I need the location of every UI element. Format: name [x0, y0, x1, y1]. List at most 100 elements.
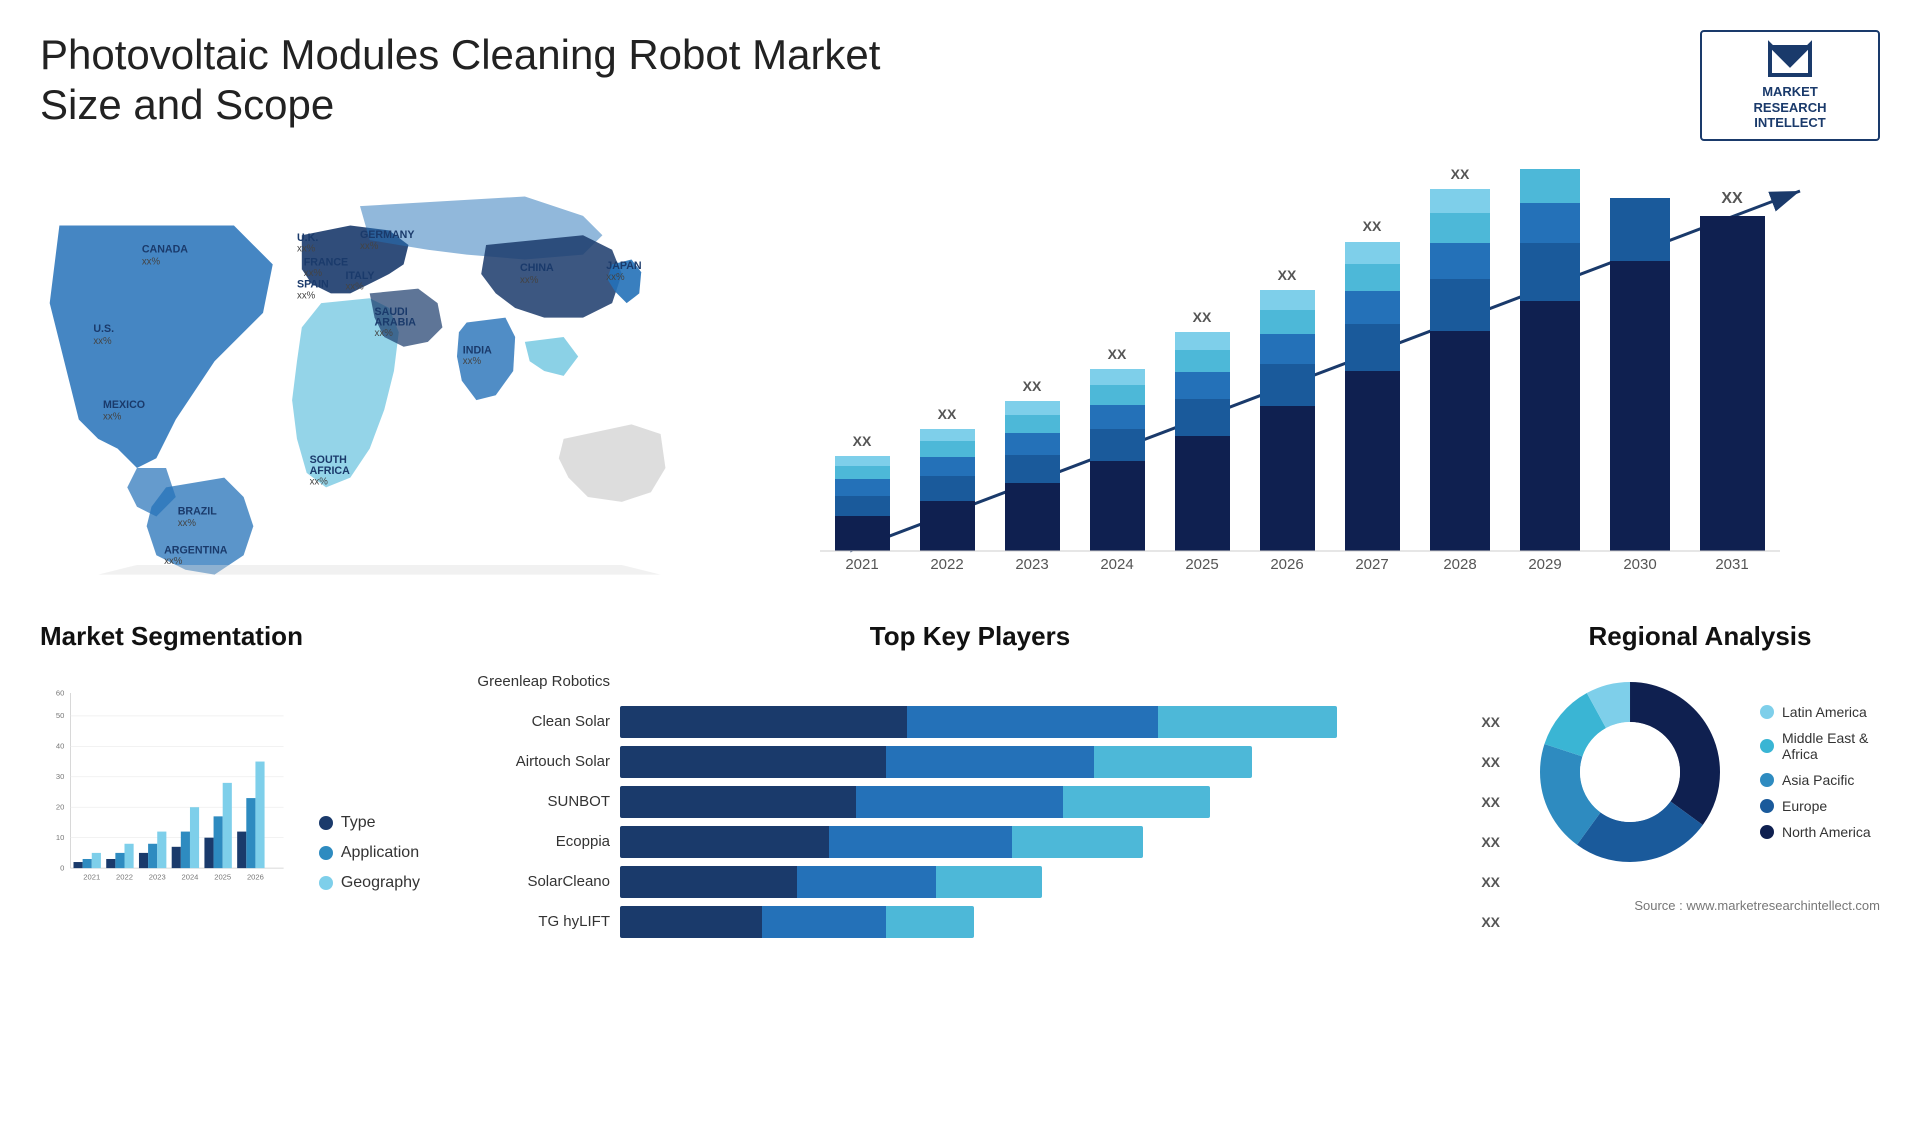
- regional-title: Regional Analysis: [1520, 621, 1880, 652]
- reg-label-europe: Europe: [1782, 798, 1827, 814]
- svg-text:2026: 2026: [247, 872, 264, 881]
- bar-chart-section: XX XX XX: [730, 161, 1880, 581]
- player-value: XX: [1481, 714, 1500, 730]
- player-bar-container: [620, 786, 1463, 818]
- svg-text:xx%: xx%: [297, 290, 316, 301]
- svg-text:CANADA: CANADA: [142, 243, 188, 255]
- player-bar-container: [620, 866, 1463, 898]
- svg-text:U.K.: U.K.: [297, 232, 318, 244]
- reg-dot-latin: [1760, 705, 1774, 719]
- svg-text:2023: 2023: [1015, 556, 1048, 573]
- svg-text:XX: XX: [938, 406, 957, 422]
- svg-text:XX: XX: [1278, 267, 1297, 283]
- svg-text:CHINA: CHINA: [520, 262, 554, 274]
- svg-text:40: 40: [56, 741, 64, 750]
- left-panel: CANADA xx% U.S. xx% MEXICO xx% BRAZIL xx…: [40, 161, 700, 611]
- svg-text:xx%: xx%: [164, 556, 183, 567]
- legend-dot-application: [319, 846, 333, 860]
- legend-item-geography: Geography: [319, 874, 420, 892]
- svg-text:BRAZIL: BRAZIL: [178, 505, 218, 517]
- svg-text:xx%: xx%: [345, 281, 364, 292]
- right-panel: XX XX XX: [700, 161, 1880, 611]
- regional-legend: Latin America Middle East & Africa Asia …: [1760, 704, 1880, 840]
- svg-text:50: 50: [56, 711, 64, 720]
- player-name: SUNBOT: [440, 793, 610, 810]
- svg-text:xx%: xx%: [520, 275, 539, 286]
- player-value: XX: [1481, 834, 1500, 850]
- logo: MARKET RESEARCH INTELLECT: [1700, 30, 1880, 141]
- svg-text:0: 0: [60, 863, 64, 872]
- legend-label-type: Type: [341, 814, 376, 832]
- page-title: Photovoltaic Modules Cleaning Robot Mark…: [40, 30, 940, 131]
- player-value: XX: [1481, 794, 1500, 810]
- svg-text:30: 30: [56, 772, 64, 781]
- player-row: Airtouch Solar XX: [440, 746, 1500, 778]
- svg-text:xx%: xx%: [103, 411, 122, 422]
- player-name: SolarCleano: [440, 873, 610, 890]
- svg-text:MEXICO: MEXICO: [103, 399, 145, 411]
- svg-text:FRANCE: FRANCE: [304, 256, 348, 268]
- player-value: XX: [1481, 914, 1500, 930]
- player-bar-container: [620, 666, 1500, 698]
- player-bar-container: [620, 746, 1463, 778]
- player-row: Greenleap Robotics: [440, 666, 1500, 698]
- svg-text:XX: XX: [1451, 166, 1470, 182]
- seg-bars: 0 10 20 30 40 50 60: [40, 662, 299, 922]
- svg-text:xx%: xx%: [297, 244, 316, 255]
- donut-svg: [1520, 662, 1740, 882]
- svg-text:2025: 2025: [1185, 556, 1218, 573]
- reg-dot-europe: [1760, 799, 1774, 813]
- reg-dot-na: [1760, 825, 1774, 839]
- legend-label-geography: Geography: [341, 874, 420, 892]
- svg-text:XX: XX: [853, 433, 872, 449]
- reg-legend-europe: Europe: [1760, 798, 1880, 814]
- reg-label-na: North America: [1782, 824, 1871, 840]
- bottom-row: Market Segmentation 0 10 20 30 40 50: [40, 621, 1880, 946]
- regional-section: Regional Analysis: [1520, 621, 1880, 946]
- svg-text:10: 10: [56, 833, 64, 842]
- source-text: Source : www.marketresearchintellect.com: [1520, 898, 1880, 913]
- svg-text:2029: 2029: [1528, 556, 1561, 573]
- player-name: Clean Solar: [440, 713, 610, 730]
- player-name: Airtouch Solar: [440, 753, 610, 770]
- players-section: Top Key Players Greenleap Robotics Clean…: [440, 621, 1500, 946]
- legend-label-application: Application: [341, 844, 419, 862]
- svg-text:2028: 2028: [1443, 556, 1476, 573]
- player-row: SUNBOT XX: [440, 786, 1500, 818]
- player-name: TG hyLIFT: [440, 913, 610, 930]
- legend-item-type: Type: [319, 814, 420, 832]
- reg-legend-mea: Middle East & Africa: [1760, 730, 1880, 762]
- reg-label-latin: Latin America: [1782, 704, 1867, 720]
- segmentation-title: Market Segmentation: [40, 621, 420, 652]
- svg-text:ITALY: ITALY: [345, 270, 374, 282]
- page: Photovoltaic Modules Cleaning Robot Mark…: [0, 0, 1920, 1146]
- world-map: CANADA xx% U.S. xx% MEXICO xx% BRAZIL xx…: [40, 161, 680, 581]
- players-title: Top Key Players: [440, 621, 1500, 652]
- player-bar-container: [620, 826, 1463, 858]
- legend-item-application: Application: [319, 844, 420, 862]
- seg-legend: Type Application Geography: [319, 814, 420, 922]
- regional-content: Latin America Middle East & Africa Asia …: [1520, 662, 1880, 882]
- logo-icon: [1765, 40, 1815, 80]
- reg-label-apac: Asia Pacific: [1782, 772, 1854, 788]
- svg-text:xx%: xx%: [463, 356, 482, 367]
- seg-chart-area: 0 10 20 30 40 50 60: [40, 662, 420, 922]
- svg-text:INDIA: INDIA: [463, 344, 492, 356]
- reg-legend-latin: Latin America: [1760, 704, 1880, 720]
- svg-text:xx%: xx%: [360, 241, 379, 252]
- svg-text:AFRICA: AFRICA: [310, 465, 351, 477]
- svg-text:xx%: xx%: [304, 268, 323, 279]
- svg-text:XX: XX: [1721, 190, 1743, 207]
- svg-text:ARGENTINA: ARGENTINA: [164, 544, 228, 556]
- header: Photovoltaic Modules Cleaning Robot Mark…: [40, 30, 1880, 141]
- svg-text:2030: 2030: [1623, 556, 1656, 573]
- svg-text:xx%: xx%: [93, 336, 112, 347]
- svg-text:GERMANY: GERMANY: [360, 229, 414, 241]
- player-value: XX: [1481, 874, 1500, 890]
- svg-text:2022: 2022: [116, 872, 133, 881]
- svg-text:XX: XX: [1193, 309, 1212, 325]
- svg-text:xx%: xx%: [178, 518, 197, 529]
- svg-text:2021: 2021: [83, 872, 100, 881]
- svg-text:xx%: xx%: [375, 328, 394, 339]
- player-row: TG hyLIFT XX: [440, 906, 1500, 938]
